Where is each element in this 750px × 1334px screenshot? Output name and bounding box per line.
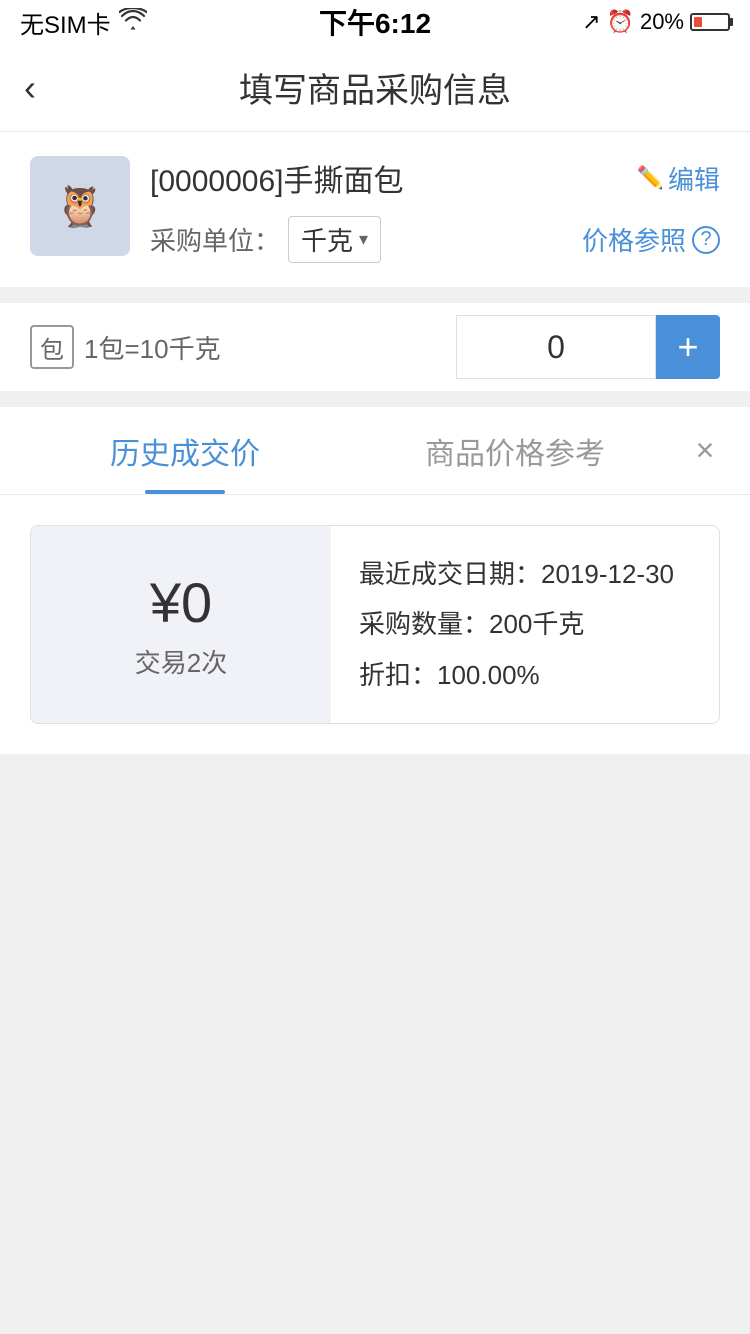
quantity-value: 0 xyxy=(547,329,565,366)
status-time: 下午6:12 xyxy=(319,2,431,42)
unit-selector-group: 采购单位： 千克 ▾ xyxy=(150,216,381,263)
quantity-plus-button[interactable]: + xyxy=(656,315,720,379)
info-icon: ? xyxy=(692,226,720,254)
chevron-down-icon: ▾ xyxy=(359,229,368,250)
quantity-controls: 0 + xyxy=(456,315,720,379)
date-label: 最近成交日期： xyxy=(359,559,541,589)
discount-value: 100.00% xyxy=(437,660,540,690)
product-section: 🦉 [0000006]手撕面包 ✏️ 编辑 采购单位： 千克 ▾ 价格参照 ? xyxy=(0,132,750,287)
card-date-row: 最近成交日期：2019-12-30 xyxy=(359,556,691,592)
bag-unit-note: 1包=10千克 xyxy=(84,329,221,366)
tab-product-ref-label: 商品价格参考 xyxy=(425,429,605,473)
tab-active-indicator xyxy=(145,490,225,494)
page-background xyxy=(0,754,750,1154)
tab-history-price[interactable]: 历史成交价 xyxy=(20,407,350,494)
edit-icon: ✏️ xyxy=(637,165,664,191)
carrier-text: 无SIM卡 xyxy=(20,5,111,40)
page-title: 填写商品采购信息 xyxy=(239,63,511,112)
location-icon: ↗ xyxy=(582,9,600,35)
section-divider-1 xyxy=(0,287,750,303)
card-qty-row: 采购数量：200千克 xyxy=(359,606,691,642)
status-left: 无SIM卡 xyxy=(20,5,147,40)
history-content: ¥0 交易2次 最近成交日期：2019-12-30 采购数量：200千克 折扣：… xyxy=(0,495,750,754)
unit-label: 采购单位： xyxy=(150,221,280,258)
status-bar: 无SIM卡 下午6:12 ↗ ⏰ 20% xyxy=(0,0,750,44)
unit-select-dropdown[interactable]: 千克 ▾ xyxy=(288,216,381,263)
product-name: [0000006]手撕面包 xyxy=(150,156,403,200)
wifi-icon xyxy=(119,8,147,37)
qty-detail-value: 200千克 xyxy=(489,609,584,639)
product-thumbnail: 🦉 xyxy=(30,156,130,256)
discount-label: 折扣： xyxy=(359,660,437,690)
card-right: 最近成交日期：2019-12-30 采购数量：200千克 折扣：100.00% xyxy=(331,526,719,723)
status-right: ↗ ⏰ 20% xyxy=(582,9,730,35)
product-info: [0000006]手撕面包 ✏️ 编辑 采购单位： 千克 ▾ 价格参照 ? xyxy=(150,156,720,263)
product-unit-row: 采购单位： 千克 ▾ 价格参照 ? xyxy=(150,216,720,263)
product-header: [0000006]手撕面包 ✏️ 编辑 xyxy=(150,156,720,200)
bag-label: 包 xyxy=(40,330,64,365)
quantity-left: 包 1包=10千克 xyxy=(30,325,221,369)
nav-bar: ‹ 填写商品采购信息 xyxy=(0,44,750,132)
date-value: 2019-12-30 xyxy=(541,559,674,589)
back-button[interactable]: ‹ xyxy=(24,67,36,109)
tabs-section: 历史成交价 商品价格参考 × ¥0 交易2次 最近成交日期：2019-12-30… xyxy=(0,407,750,754)
edit-label: 编辑 xyxy=(668,160,720,197)
quantity-row: 包 1包=10千克 0 + xyxy=(0,303,750,391)
price-reference-button[interactable]: 价格参照 ? xyxy=(582,221,720,258)
price-ref-label: 价格参照 xyxy=(582,221,686,258)
tab-product-price-ref[interactable]: 商品价格参考 xyxy=(350,407,680,494)
card-transactions: 交易2次 xyxy=(135,643,227,680)
product-thumb-icon: 🦉 xyxy=(55,183,105,230)
card-discount-row: 折扣：100.00% xyxy=(359,657,691,693)
history-card: ¥0 交易2次 最近成交日期：2019-12-30 采购数量：200千克 折扣：… xyxy=(30,525,720,724)
battery-percent: 20% xyxy=(640,9,684,35)
tab-history-label: 历史成交价 xyxy=(110,429,260,473)
quantity-input[interactable]: 0 xyxy=(456,315,656,379)
edit-button[interactable]: ✏️ 编辑 xyxy=(637,160,720,197)
unit-value: 千克 xyxy=(301,221,353,258)
qty-label: 采购数量： xyxy=(359,609,489,639)
alarm-icon: ⏰ xyxy=(607,9,634,35)
tabs-close-button[interactable]: × xyxy=(680,426,730,476)
card-left: ¥0 交易2次 xyxy=(31,526,331,723)
bag-unit-icon: 包 xyxy=(30,325,74,369)
tabs-header: 历史成交价 商品价格参考 × xyxy=(0,407,750,495)
battery-indicator xyxy=(690,13,730,31)
card-price: ¥0 xyxy=(150,570,212,635)
